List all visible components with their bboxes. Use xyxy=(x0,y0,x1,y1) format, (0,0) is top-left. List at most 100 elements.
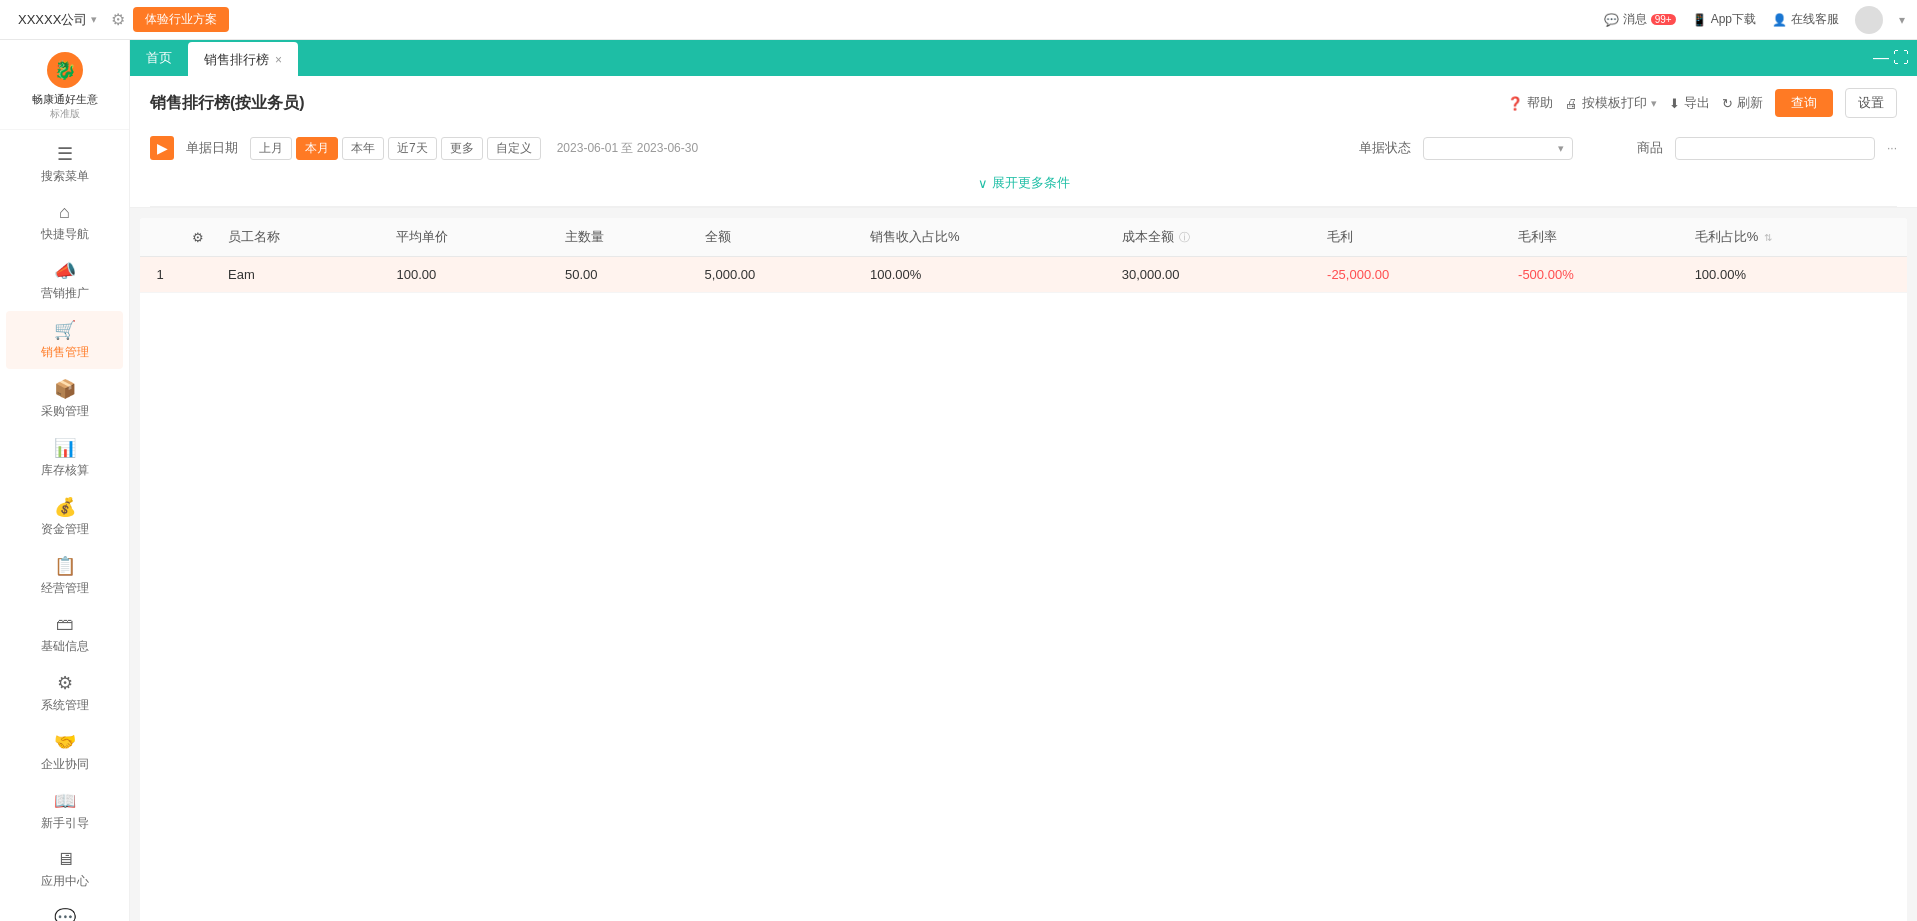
finance-icon: 💰 xyxy=(54,496,76,518)
maximize-button[interactable]: ⛶ xyxy=(1893,49,1909,67)
table-header: ⚙ 员工名称 平均单价 主数量 全额 xyxy=(140,218,1907,257)
home-icon: ⌂ xyxy=(59,202,70,223)
logo-sub: 标准版 xyxy=(50,107,80,121)
online-service-button[interactable]: 👤 在线客服 xyxy=(1772,11,1839,28)
template-print-button[interactable]: 🖨 按模板打印 ▾ xyxy=(1565,94,1657,112)
company-selector[interactable]: XXXXX公司 ▾ xyxy=(12,9,103,31)
sales-icon: 🛒 xyxy=(54,319,76,341)
cell-gross: -25,000.00 xyxy=(1315,257,1506,293)
print-icon: 🖨 xyxy=(1565,96,1578,111)
status-chevron-icon: ▾ xyxy=(1558,142,1564,155)
sidebar-label-shortcuts: 快捷导航 xyxy=(41,226,89,243)
sidebar-item-apps[interactable]: 🖥 应用中心 xyxy=(6,841,123,898)
status-select-value xyxy=(1432,141,1436,156)
th-qty: 主数量 xyxy=(553,218,693,257)
experience-button[interactable]: 体验行业方案 xyxy=(133,7,229,32)
status-select[interactable]: ▾ xyxy=(1423,137,1573,160)
sidebar-item-purchase[interactable]: 📦 采购管理 xyxy=(6,370,123,428)
system-icon: ⚙ xyxy=(57,672,73,694)
date-options: 上月 本月 本年 近7天 更多 自定义 xyxy=(250,137,541,160)
sidebar-label-search: 搜索菜单 xyxy=(41,168,89,185)
minimize-button[interactable]: — xyxy=(1873,49,1889,67)
avatar[interactable] xyxy=(1855,6,1883,34)
tab-bar: 首页 销售排行榜 × — ⛶ xyxy=(130,40,1917,76)
filter-toggle-button[interactable]: ▶ xyxy=(150,136,174,160)
date-btn-last-month[interactable]: 上月 xyxy=(250,137,292,160)
cell-gross-pct: 100.00% xyxy=(1683,257,1907,293)
sidebar-label-inventory: 库存核算 xyxy=(41,462,89,479)
sidebar-label-purchase: 采购管理 xyxy=(41,403,89,420)
sidebar-item-collab[interactable]: 🤝 企业协同 xyxy=(6,723,123,781)
refresh-icon: ↻ xyxy=(1722,96,1733,111)
th-index xyxy=(140,218,180,257)
message-button[interactable]: 💬 消息 99+ xyxy=(1604,11,1676,28)
date-btn-this-year[interactable]: 本年 xyxy=(342,137,384,160)
cost-info-icon[interactable]: ⓘ xyxy=(1179,231,1190,243)
th-gross-pct: 毛利占比% ⇅ xyxy=(1683,218,1907,257)
apps-icon: 🖥 xyxy=(56,849,74,870)
expand-chevron-icon: ∨ xyxy=(978,176,988,191)
help-link[interactable]: ❓ 帮助 xyxy=(1507,94,1553,112)
inventory-icon: 📊 xyxy=(54,437,76,459)
marketing-icon: 📣 xyxy=(54,260,76,282)
sidebar-item-search[interactable]: ☰ 搜索菜单 xyxy=(6,135,123,193)
username: ▾ xyxy=(1899,13,1905,27)
th-cost: 成本全额 ⓘ xyxy=(1110,218,1315,257)
th-avg-price: 平均单价 xyxy=(384,218,552,257)
header-row: ⚙ 员工名称 平均单价 主数量 全额 xyxy=(140,218,1907,257)
sidebar-item-marketing[interactable]: 📣 营销推广 xyxy=(6,252,123,310)
message-icon: 💬 xyxy=(1604,13,1619,27)
sidebar-item-guide[interactable]: 📖 新手引导 xyxy=(6,782,123,840)
sidebar-item-sales[interactable]: 🛒 销售管理 xyxy=(6,311,123,369)
date-btn-7days[interactable]: 近7天 xyxy=(388,137,437,160)
export-button[interactable]: ⬇ 导出 xyxy=(1669,94,1710,112)
sidebar-label-collab: 企业协同 xyxy=(41,756,89,773)
goods-more-icon[interactable]: ··· xyxy=(1887,141,1897,155)
page-content: 销售排行榜(按业务员) ❓ 帮助 🖨 按模板打印 ▾ ⬇ xyxy=(130,76,1917,921)
date-btn-more[interactable]: 更多 xyxy=(441,137,483,160)
goods-input[interactable] xyxy=(1675,137,1875,160)
cell-index: 1 xyxy=(140,257,180,293)
date-btn-custom[interactable]: 自定义 xyxy=(487,137,541,160)
expand-filter-button[interactable]: ∨ 展开更多条件 xyxy=(978,168,1070,198)
sidebar-item-shortcuts[interactable]: ⌂ 快捷导航 xyxy=(6,194,123,251)
top-header: XXXXX公司 ▾ ⚙ 体验行业方案 💬 消息 99+ 📱 App下载 👤 在线… xyxy=(0,0,1917,40)
th-settings[interactable]: ⚙ xyxy=(180,218,216,257)
th-employee-name: 员工名称 xyxy=(216,218,384,257)
print-chevron-icon: ▾ xyxy=(1651,97,1657,110)
main-layout: 🐉 畅康通好生意 标准版 ☰ 搜索菜单 ⌂ 快捷导航 📣 营销推广 🛒 销售管理 xyxy=(0,40,1917,921)
sidebar-item-wechat[interactable]: 💬 企业微信 xyxy=(6,899,123,921)
message-badge: 99+ xyxy=(1651,14,1676,25)
query-button[interactable]: 查询 xyxy=(1775,89,1833,117)
settings-icon[interactable]: ⚙ xyxy=(111,10,125,29)
export-icon: ⬇ xyxy=(1669,96,1680,111)
date-btn-this-month[interactable]: 本月 xyxy=(296,137,338,160)
settings-button[interactable]: 设置 xyxy=(1845,88,1897,118)
gross-pct-sort-icon[interactable]: ⇅ xyxy=(1764,232,1772,243)
sidebar-label-basics: 基础信息 xyxy=(41,638,89,655)
th-gross-rate: 毛利率 xyxy=(1506,218,1683,257)
goods-label: 商品 xyxy=(1637,139,1663,157)
sidebar-label-system: 系统管理 xyxy=(41,697,89,714)
tab-home[interactable]: 首页 xyxy=(130,40,188,76)
chevron-down-icon: ▾ xyxy=(91,13,97,26)
sidebar-item-system[interactable]: ⚙ 系统管理 xyxy=(6,664,123,722)
sidebar-item-finance[interactable]: 💰 资金管理 xyxy=(6,488,123,546)
tab-close-icon[interactable]: × xyxy=(275,53,282,67)
app-download-button[interactable]: 📱 App下载 xyxy=(1692,11,1756,28)
page-header: 销售排行榜(按业务员) ❓ 帮助 🖨 按模板打印 ▾ ⬇ xyxy=(130,76,1917,208)
sidebar-item-inventory[interactable]: 📊 库存核算 xyxy=(6,429,123,487)
sidebar-item-operations[interactable]: 📋 经营管理 xyxy=(6,547,123,605)
sidebar-label-operations: 经营管理 xyxy=(41,580,89,597)
template-print-label: 按模板打印 xyxy=(1582,94,1647,112)
refresh-button[interactable]: ↻ 刷新 xyxy=(1722,94,1763,112)
tab-sales-ranking[interactable]: 销售排行榜 × xyxy=(188,42,298,78)
refresh-label: 刷新 xyxy=(1737,94,1763,112)
cell-employee-name: Eam xyxy=(216,257,384,293)
basics-icon: 🗃 xyxy=(56,614,74,635)
filter-row2: ∨ 展开更多条件 xyxy=(150,168,1897,198)
service-icon: 👤 xyxy=(1772,13,1787,27)
sidebar-item-basics[interactable]: 🗃 基础信息 xyxy=(6,606,123,663)
export-label: 导出 xyxy=(1684,94,1710,112)
cell-gross-rate: -500.00% xyxy=(1506,257,1683,293)
